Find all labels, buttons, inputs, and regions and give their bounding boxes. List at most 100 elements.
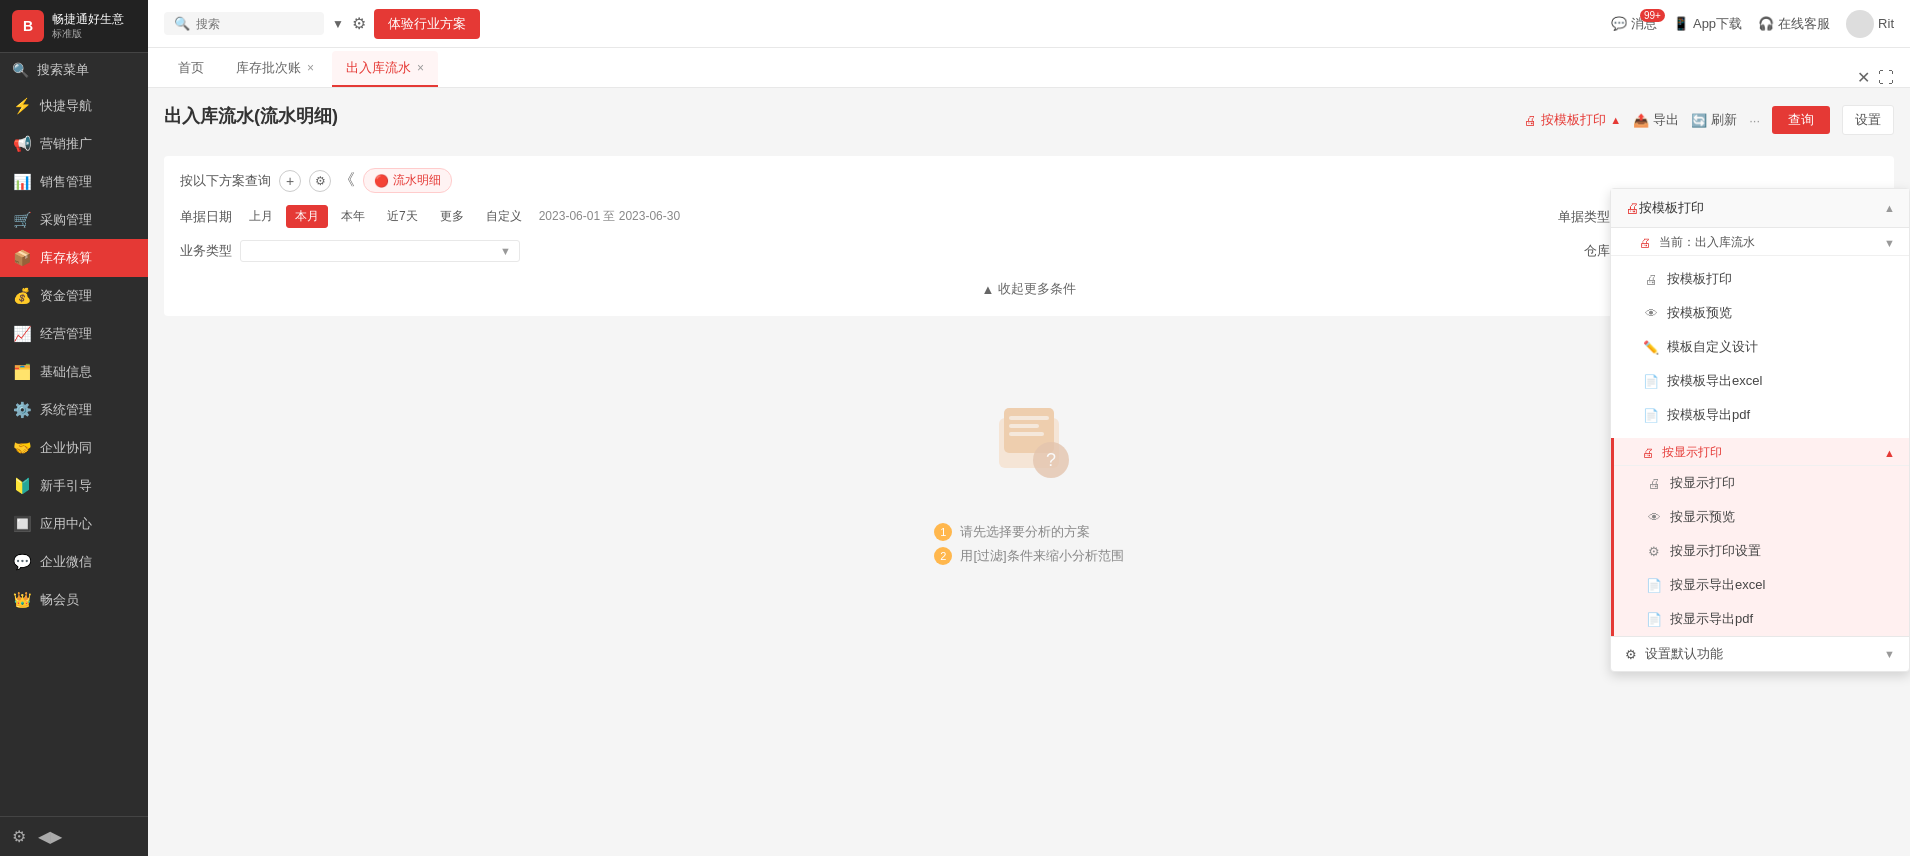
sidebar-item-base[interactable]: 🗂️ 基础信息 xyxy=(0,353,148,391)
sidebar-nav: ⚡ 快捷导航 📢 营销推广 📊 销售管理 🛒 采购管理 📦 库存核算 💰 资金管… xyxy=(0,87,148,816)
date-buttons: 上月 本月 本年 近7天 更多 自定义 xyxy=(240,205,531,228)
dropdown-item-display-preview[interactable]: 👁 按显示预览 xyxy=(1614,500,1909,534)
display-settings-icon: ⚙ xyxy=(1646,544,1662,559)
date-btn-last-7-days[interactable]: 近7天 xyxy=(378,205,427,228)
collapse-sidebar-icon[interactable]: ◀▶ xyxy=(38,827,62,846)
tab-batch-account-close[interactable]: × xyxy=(307,61,314,75)
sidebar-item-wechat[interactable]: 💬 企业微信 xyxy=(0,543,148,581)
sidebar-item-inventory[interactable]: 📦 库存核算 xyxy=(0,239,148,277)
finance-icon: 💰 xyxy=(12,287,32,305)
dropdown-item-template-preview[interactable]: 👁 按模板预览 xyxy=(1611,296,1909,330)
dropdown-item-display-export-pdf[interactable]: 📄 按显示导出pdf xyxy=(1614,602,1909,636)
sidebar: B 畅捷通好生意 标准版 🔍 搜索菜单 ⚡ 快捷导航 📢 营销推广 📊 销售管理… xyxy=(0,0,148,856)
dropdown-close-arrow[interactable]: ▲ xyxy=(1884,202,1895,214)
sidebar-item-collab[interactable]: 🤝 企业协同 xyxy=(0,429,148,467)
industry-solution-button[interactable]: 体验行业方案 xyxy=(374,9,480,39)
filter-settings-button[interactable]: ⚙ xyxy=(309,170,331,192)
sidebar-item-quick-nav[interactable]: ⚡ 快捷导航 xyxy=(0,87,148,125)
hint-num-1: 1 xyxy=(934,523,952,541)
filter-active-tag[interactable]: 🔴 流水明细 xyxy=(363,168,452,193)
dropdown-item-template-export-pdf[interactable]: 📄 按模板导出pdf xyxy=(1611,398,1909,432)
dropdown-item-template-custom[interactable]: ✏️ 模板自定义设计 xyxy=(1611,330,1909,364)
window-controls: ✕ ⛶ xyxy=(1857,68,1894,87)
empty-state-icon: ? xyxy=(979,388,1079,507)
apps-icon: 🔲 xyxy=(12,515,32,533)
dropdown-item-display-print[interactable]: 🖨 按显示打印 xyxy=(1614,466,1909,500)
refresh-label: 刷新 xyxy=(1711,111,1737,129)
online-service-button[interactable]: 🎧 在线客服 xyxy=(1758,15,1830,33)
app-download-label: App下载 xyxy=(1693,15,1742,33)
sidebar-item-member[interactable]: 👑 畅会员 xyxy=(0,581,148,619)
dropdown-item-display-export-excel[interactable]: 📄 按显示导出excel xyxy=(1614,568,1909,602)
filter-collapse-button[interactable]: 《 xyxy=(339,170,355,191)
template-custom-icon: ✏️ xyxy=(1643,340,1659,355)
display-print-label: 按显示打印 xyxy=(1670,474,1735,492)
settings-bottom-icon[interactable]: ⚙ xyxy=(12,827,26,846)
close-window-icon[interactable]: ✕ xyxy=(1857,68,1870,87)
date-btn-this-year[interactable]: 本年 xyxy=(332,205,374,228)
dropdown-item-template-export-excel[interactable]: 📄 按模板导出excel xyxy=(1611,364,1909,398)
tab-home-label: 首页 xyxy=(178,59,204,77)
sidebar-item-purchase[interactable]: 🛒 采购管理 xyxy=(0,201,148,239)
topbar-left: 🔍 ▼ ⚙ 体验行业方案 xyxy=(164,9,1599,39)
business-type-select[interactable]: ▼ xyxy=(240,240,520,262)
refresh-button[interactable]: 🔄 刷新 xyxy=(1691,111,1737,129)
topbar-right: 💬 消息 99+ 📱 App下载 🎧 在线客服 Rit xyxy=(1611,10,1894,38)
refresh-icon: 🔄 xyxy=(1691,113,1707,128)
tab-inout-flow-close[interactable]: × xyxy=(417,61,424,75)
message-button[interactable]: 💬 消息 99+ xyxy=(1611,15,1657,33)
tab-inout-flow[interactable]: 出入库流水 × xyxy=(332,51,438,87)
print-chevron-up-icon: ▲ xyxy=(1610,114,1621,126)
display-print-header[interactable]: 🖨 按显示打印 ▲ xyxy=(1614,438,1909,466)
purchase-icon: 🛒 xyxy=(12,211,32,229)
sidebar-item-guide[interactable]: 🔰 新手引导 xyxy=(0,467,148,505)
date-btn-last-month[interactable]: 上月 xyxy=(240,205,282,228)
sidebar-item-apps[interactable]: 🔲 应用中心 xyxy=(0,505,148,543)
sidebar-search[interactable]: 🔍 搜索菜单 xyxy=(0,53,148,87)
sidebar-item-label: 快捷导航 xyxy=(40,97,92,115)
dropdown-item-template-print[interactable]: 🖨 按模板打印 xyxy=(1611,262,1909,296)
sidebar-item-label: 库存核算 xyxy=(40,249,92,267)
sidebar-item-operation[interactable]: 📈 经营管理 xyxy=(0,315,148,353)
system-icon: ⚙️ xyxy=(12,401,32,419)
svg-rect-3 xyxy=(1009,424,1039,428)
sidebar-item-sales[interactable]: 📊 销售管理 xyxy=(0,163,148,201)
topbar-dropdown-arrow[interactable]: ▼ xyxy=(332,17,344,31)
dropdown-item-display-print-settings[interactable]: ⚙ 按显示打印设置 xyxy=(1614,534,1909,568)
date-btn-custom[interactable]: 自定义 xyxy=(477,205,531,228)
sidebar-item-system[interactable]: ⚙️ 系统管理 xyxy=(0,391,148,429)
export-button[interactable]: 📤 导出 xyxy=(1633,111,1679,129)
sidebar-item-label: 应用中心 xyxy=(40,515,92,533)
settings-button[interactable]: 设置 xyxy=(1842,105,1894,135)
tab-home[interactable]: 首页 xyxy=(164,51,218,87)
tab-batch-account[interactable]: 库存批次账 × xyxy=(222,51,328,87)
topbar-search-box[interactable]: 🔍 xyxy=(164,12,324,35)
message-icon: 💬 xyxy=(1611,16,1627,31)
display-export-pdf-label: 按显示导出pdf xyxy=(1670,610,1753,628)
maximize-window-icon[interactable]: ⛶ xyxy=(1878,69,1894,87)
sidebar-item-label: 经营管理 xyxy=(40,325,92,343)
warehouse-label: 仓库 xyxy=(1584,242,1610,260)
print-template-label: 按模板打印 xyxy=(1541,111,1606,129)
operation-icon: 📈 xyxy=(12,325,32,343)
sidebar-item-label: 销售管理 xyxy=(40,173,92,191)
user-avatar-area[interactable]: Rit xyxy=(1846,10,1894,38)
sidebar-item-marketing[interactable]: 📢 营销推广 xyxy=(0,125,148,163)
app-download-button[interactable]: 📱 App下载 xyxy=(1673,15,1742,33)
topbar-gear-icon[interactable]: ⚙ xyxy=(352,14,366,33)
sidebar-item-finance[interactable]: 💰 资金管理 xyxy=(0,277,148,315)
dropdown-footer-settings[interactable]: ⚙ 设置默认功能 ▼ xyxy=(1611,636,1909,671)
sidebar-item-label: 营销推广 xyxy=(40,135,92,153)
search-input[interactable] xyxy=(196,17,296,31)
headset-icon: 🎧 xyxy=(1758,16,1774,31)
wechat-icon: 💬 xyxy=(12,553,32,571)
print-template-button[interactable]: 🖨 按模板打印 ▲ xyxy=(1524,111,1621,129)
date-btn-this-month[interactable]: 本月 xyxy=(286,205,328,228)
avatar xyxy=(1846,10,1874,38)
action-more-dots[interactable]: ··· xyxy=(1749,113,1760,128)
query-button[interactable]: 查询 xyxy=(1772,106,1830,134)
date-btn-more[interactable]: 更多 xyxy=(431,205,473,228)
dropdown-header-icon: 🖨 xyxy=(1625,200,1639,216)
filter-add-button[interactable]: + xyxy=(279,170,301,192)
member-icon: 👑 xyxy=(12,591,32,609)
